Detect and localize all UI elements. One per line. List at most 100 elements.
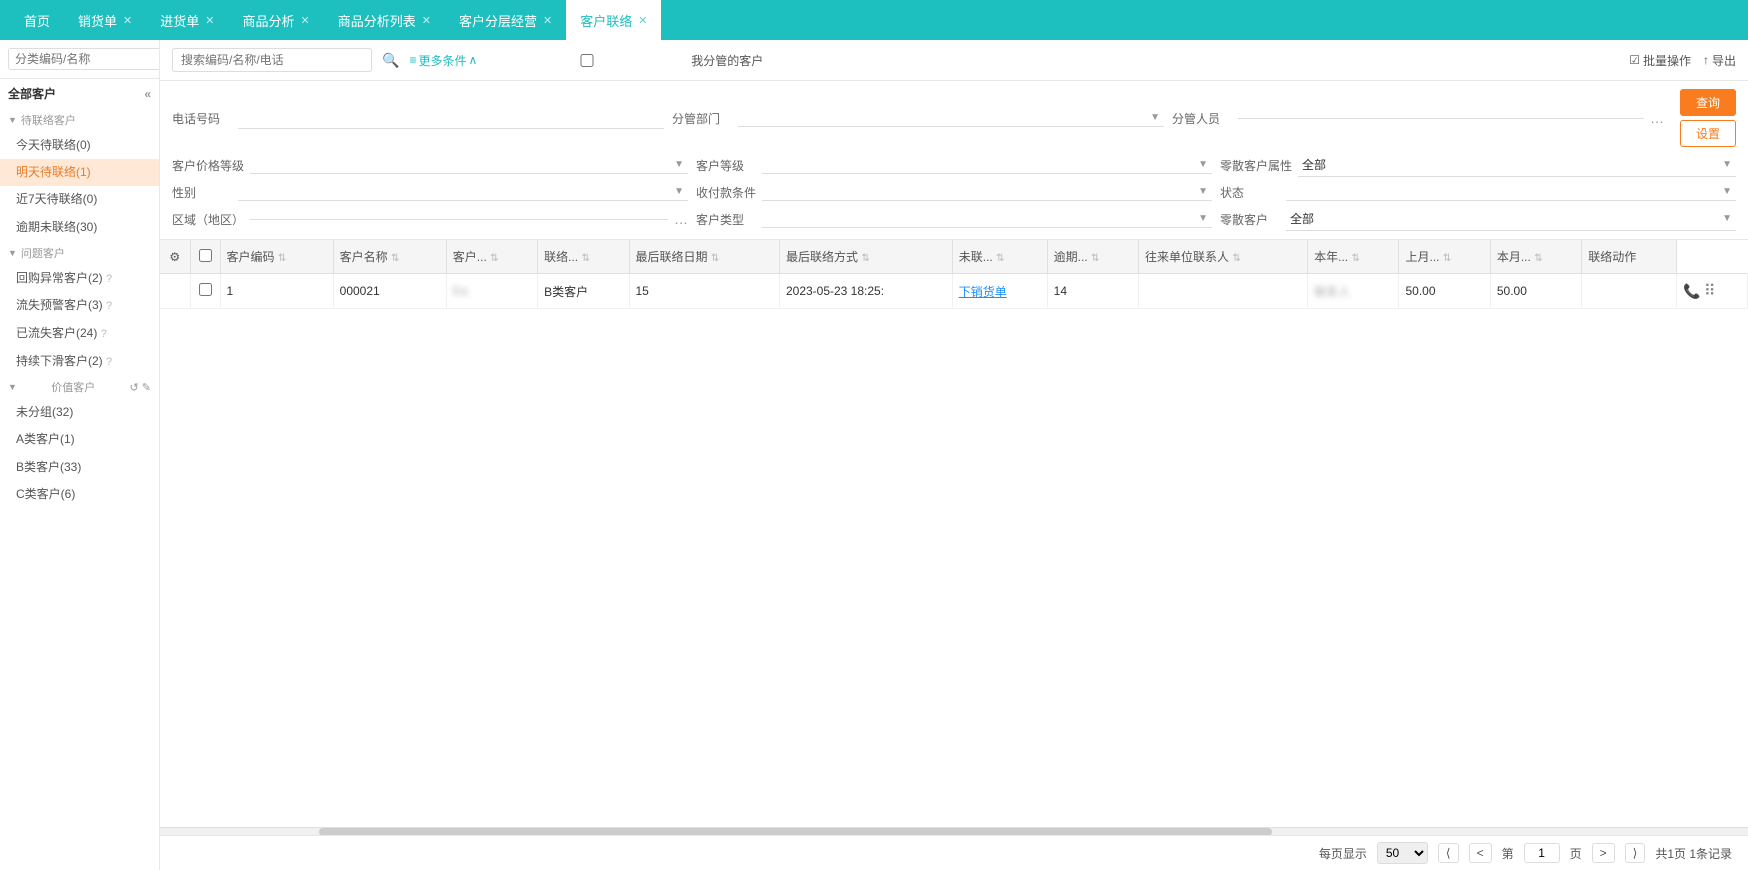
th-code[interactable]: 客户编码 ⇅ <box>220 240 333 274</box>
th-check <box>190 240 220 274</box>
status-select[interactable]: ▼ <box>1286 183 1736 201</box>
th-last-date[interactable]: 最后联络日期 ⇅ <box>629 240 779 274</box>
th-contact[interactable]: 联络... ⇅ <box>538 240 629 274</box>
th-type[interactable]: 客户... ⇅ <box>446 240 537 274</box>
sort-icon-code: ⇅ <box>278 253 286 264</box>
all-customers-header[interactable]: 全部客户 « <box>0 79 159 108</box>
sidebar-item-class-a[interactable]: A类客户(1) <box>0 426 159 453</box>
th-this-month[interactable]: 本月... ⇅ <box>1490 240 1581 274</box>
sidebar-item-churned[interactable]: 已流失客户(24) ? <box>0 320 159 348</box>
table-area: ⚙ 客户编码 ⇅ 客户名称 ⇅ 客户... <box>160 240 1748 827</box>
refresh-icon[interactable]: ↺ <box>130 381 139 394</box>
retail-attr-select[interactable]: 全部 ▼ <box>1298 153 1736 177</box>
manager-input[interactable] <box>1238 118 1644 119</box>
region-input[interactable] <box>250 219 668 220</box>
row-company-contact-0: 联系人 <box>1308 274 1399 309</box>
region-dots[interactable]: … <box>674 211 688 227</box>
nav-purchase-close[interactable]: ✕ <box>205 14 214 27</box>
sidebar-item-7day-contact[interactable]: 近7天待联络(0) <box>0 186 159 213</box>
horizontal-scroll[interactable] <box>160 827 1748 835</box>
nav-sales-close[interactable]: ✕ <box>123 14 132 27</box>
gender-select[interactable]: ▼ <box>238 183 688 201</box>
nav-customer-tier[interactable]: 客户分层经营 ✕ <box>445 0 566 40</box>
dept-select[interactable]: ▼ <box>738 109 1164 127</box>
main-layout: 🔍 全部客户 « 待联络客户 今天待联络(0) 明天待联络(1) 近7天待联络(… <box>0 40 1748 870</box>
sidebar-item-unclassified[interactable]: 未分组(32) <box>0 399 159 426</box>
customer-table: ⚙ 客户编码 ⇅ 客户名称 ⇅ 客户... <box>160 240 1748 309</box>
payment-select[interactable]: ▼ <box>762 183 1212 201</box>
row-contact-0: 15 <box>629 274 779 309</box>
nav-product-analysis-close[interactable]: ✕ <box>301 14 310 27</box>
more-conditions-button[interactable]: ≡ 更多条件 ∧ <box>409 52 477 69</box>
filter-row-4: 区域（地区） … 客户类型 ▼ 零散客户 全部 ▼ <box>172 207 1736 231</box>
row-uncontacted-0: 14 <box>1047 274 1138 309</box>
row-overdue-0 <box>1139 274 1308 309</box>
nav-home[interactable]: 首页 <box>10 0 64 40</box>
sidebar-item-declining[interactable]: 持续下滑客户(2) ? <box>0 348 159 376</box>
th-overdue[interactable]: 逾期... ⇅ <box>1047 240 1138 274</box>
nav-sales[interactable]: 销货单 ✕ <box>64 0 146 40</box>
nav-product-analysis-list-close[interactable]: ✕ <box>422 14 431 27</box>
customer-level-select[interactable]: ▼ <box>762 156 1212 174</box>
nav-purchase[interactable]: 进货单 ✕ <box>146 0 228 40</box>
th-settings[interactable]: ⚙ <box>160 240 190 274</box>
nav-customer-tier-close[interactable]: ✕ <box>543 14 552 27</box>
sidebar: 🔍 全部客户 « 待联络客户 今天待联络(0) 明天待联络(1) 近7天待联络(… <box>0 40 160 870</box>
sidebar-item-class-c[interactable]: C类客户(6) <box>0 481 159 508</box>
search-button[interactable]: 🔍 <box>382 52 399 69</box>
price-level-select[interactable]: ▼ <box>250 156 688 174</box>
settings-button[interactable]: 设置 <box>1680 120 1736 147</box>
sidebar-item-tomorrow-contact[interactable]: 明天待联络(1) <box>0 159 159 186</box>
more-action-icon-0[interactable]: ⠿ <box>1704 283 1716 300</box>
query-button[interactable]: 查询 <box>1680 89 1736 116</box>
th-company-contact[interactable]: 往来单位联系人 ⇅ <box>1139 240 1308 274</box>
sidebar-item-class-b[interactable]: B类客户(33) <box>0 454 159 481</box>
payment-label: 收付款条件 <box>696 184 756 201</box>
select-all-checkbox[interactable] <box>199 249 212 262</box>
sidebar-item-today-contact[interactable]: 今天待联络(0) <box>0 132 159 159</box>
next-page-button[interactable]: > <box>1592 843 1615 863</box>
th-name[interactable]: 客户名称 ⇅ <box>333 240 446 274</box>
th-uncontacted[interactable]: 未联... ⇅ <box>952 240 1047 274</box>
manager-dots[interactable]: … <box>1650 110 1664 126</box>
first-page-button[interactable]: ⟨ <box>1438 843 1459 863</box>
sidebar-search-input[interactable] <box>8 48 160 70</box>
customer-type-caret: ▼ <box>1198 213 1208 224</box>
retail-customer-label: 零散客户 <box>1220 211 1280 228</box>
last-page-button[interactable]: ⟩ <box>1625 843 1646 863</box>
row-num-0: 1 <box>220 274 333 309</box>
row-type-0: B类客户 <box>538 274 629 309</box>
price-level-caret: ▼ <box>674 159 684 170</box>
retail-customer-select[interactable]: 全部 ▼ <box>1286 207 1736 231</box>
sidebar-item-overdue-contact[interactable]: 逾期未联络(30) <box>0 214 159 241</box>
customer-type-select[interactable]: ▼ <box>762 210 1212 228</box>
row-checkbox-0[interactable] <box>199 283 212 296</box>
page-number-input[interactable] <box>1524 843 1560 863</box>
nav-customer-contact-close[interactable]: ✕ <box>638 14 647 27</box>
th-last-month[interactable]: 上月... ⇅ <box>1399 240 1490 274</box>
filter-row-2: 客户价格等级 ▼ 客户等级 ▼ 零散客户属性 全部 <box>172 153 1736 177</box>
nav-product-analysis[interactable]: 商品分析 ✕ <box>228 0 323 40</box>
th-this-year[interactable]: 本年... ⇅ <box>1308 240 1399 274</box>
edit-icon[interactable]: ✎ <box>142 381 151 394</box>
row-code-0: 000021 <box>333 274 446 309</box>
row-check-0[interactable] <box>190 274 220 309</box>
nav-product-analysis-list[interactable]: 商品分析列表 ✕ <box>324 0 445 40</box>
sidebar-item-abnormal[interactable]: 回购异常客户(2) ? <box>0 265 159 293</box>
row-settings-0[interactable] <box>160 274 190 309</box>
phone-input[interactable] <box>238 108 664 129</box>
filter-retail-customer: 零散客户 全部 ▼ <box>1220 207 1736 231</box>
sort-icon-contact: ⇅ <box>582 253 590 264</box>
prev-page-button[interactable]: < <box>1469 843 1492 863</box>
phone-label: 电话号码 <box>172 110 232 127</box>
batch-op-button[interactable]: ☑ 批量操作 <box>1629 52 1691 69</box>
sidebar-item-churn-warning[interactable]: 流失预警客户(3) ? <box>0 292 159 320</box>
export-button[interactable]: ↑ 导出 <box>1703 52 1736 69</box>
search-input[interactable] <box>172 48 372 72</box>
per-page-select[interactable]: 50 100 <box>1377 842 1428 864</box>
contact-action-icon-0[interactable]: 📞 <box>1683 283 1700 299</box>
nav-customer-contact[interactable]: 客户联络 ✕ <box>566 0 661 40</box>
my-customers-checkbox[interactable] <box>487 54 687 67</box>
row-last-method-0[interactable]: 下销货单 <box>952 274 1047 309</box>
th-last-method[interactable]: 最后联络方式 ⇅ <box>779 240 952 274</box>
